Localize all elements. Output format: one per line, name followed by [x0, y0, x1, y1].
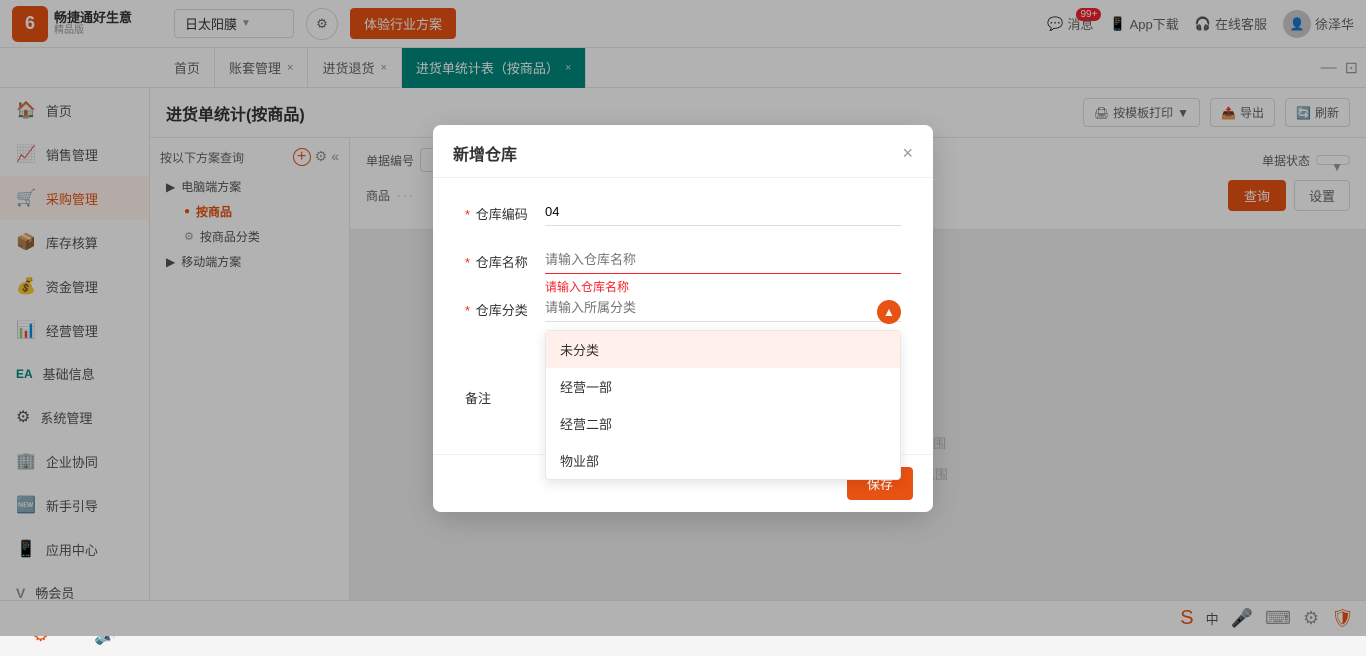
category-label: * 仓库分类: [465, 294, 545, 319]
dropdown-item-property[interactable]: 物业部: [546, 442, 900, 479]
name-input[interactable]: [545, 246, 901, 274]
category-select-wrapper: ▲: [545, 294, 901, 322]
category-dropdown: 未分类 经营一部 经营二部 物业部: [545, 330, 901, 480]
add-warehouse-modal: 新增仓库 × * 仓库编码 * 仓库名称: [433, 125, 933, 512]
name-error-tip: 请输入仓库名称: [545, 278, 629, 295]
category-input[interactable]: [545, 294, 901, 322]
dropdown-item-dept2[interactable]: 经营二部: [546, 405, 900, 442]
dropdown-item-unclassified[interactable]: 未分类: [546, 331, 900, 368]
name-label: * 仓库名称: [465, 246, 545, 271]
modal-header: 新增仓库 ×: [433, 125, 933, 178]
modal-title: 新增仓库: [453, 141, 517, 165]
name-row-inner: * 仓库名称: [465, 246, 901, 274]
form-row-code: * 仓库编码: [465, 198, 901, 226]
code-label: * 仓库编码: [465, 198, 545, 223]
category-arrow-icon[interactable]: ▲: [877, 300, 901, 324]
remark-label: 备注: [465, 382, 545, 407]
form-row-category: * 仓库分类 ▲ 未分类 经营一部 经营二部 物业部: [465, 294, 901, 322]
form-row-name: * 仓库名称 请输入仓库名称: [465, 246, 901, 274]
modal-overlay[interactable]: 新增仓库 × * 仓库编码 * 仓库名称: [0, 0, 1366, 636]
modal-close-button[interactable]: ×: [902, 144, 913, 162]
modal-body: * 仓库编码 * 仓库名称 请输入仓库名称 *: [433, 178, 933, 454]
code-input[interactable]: [545, 198, 901, 226]
dropdown-item-dept1[interactable]: 经营一部: [546, 368, 900, 405]
